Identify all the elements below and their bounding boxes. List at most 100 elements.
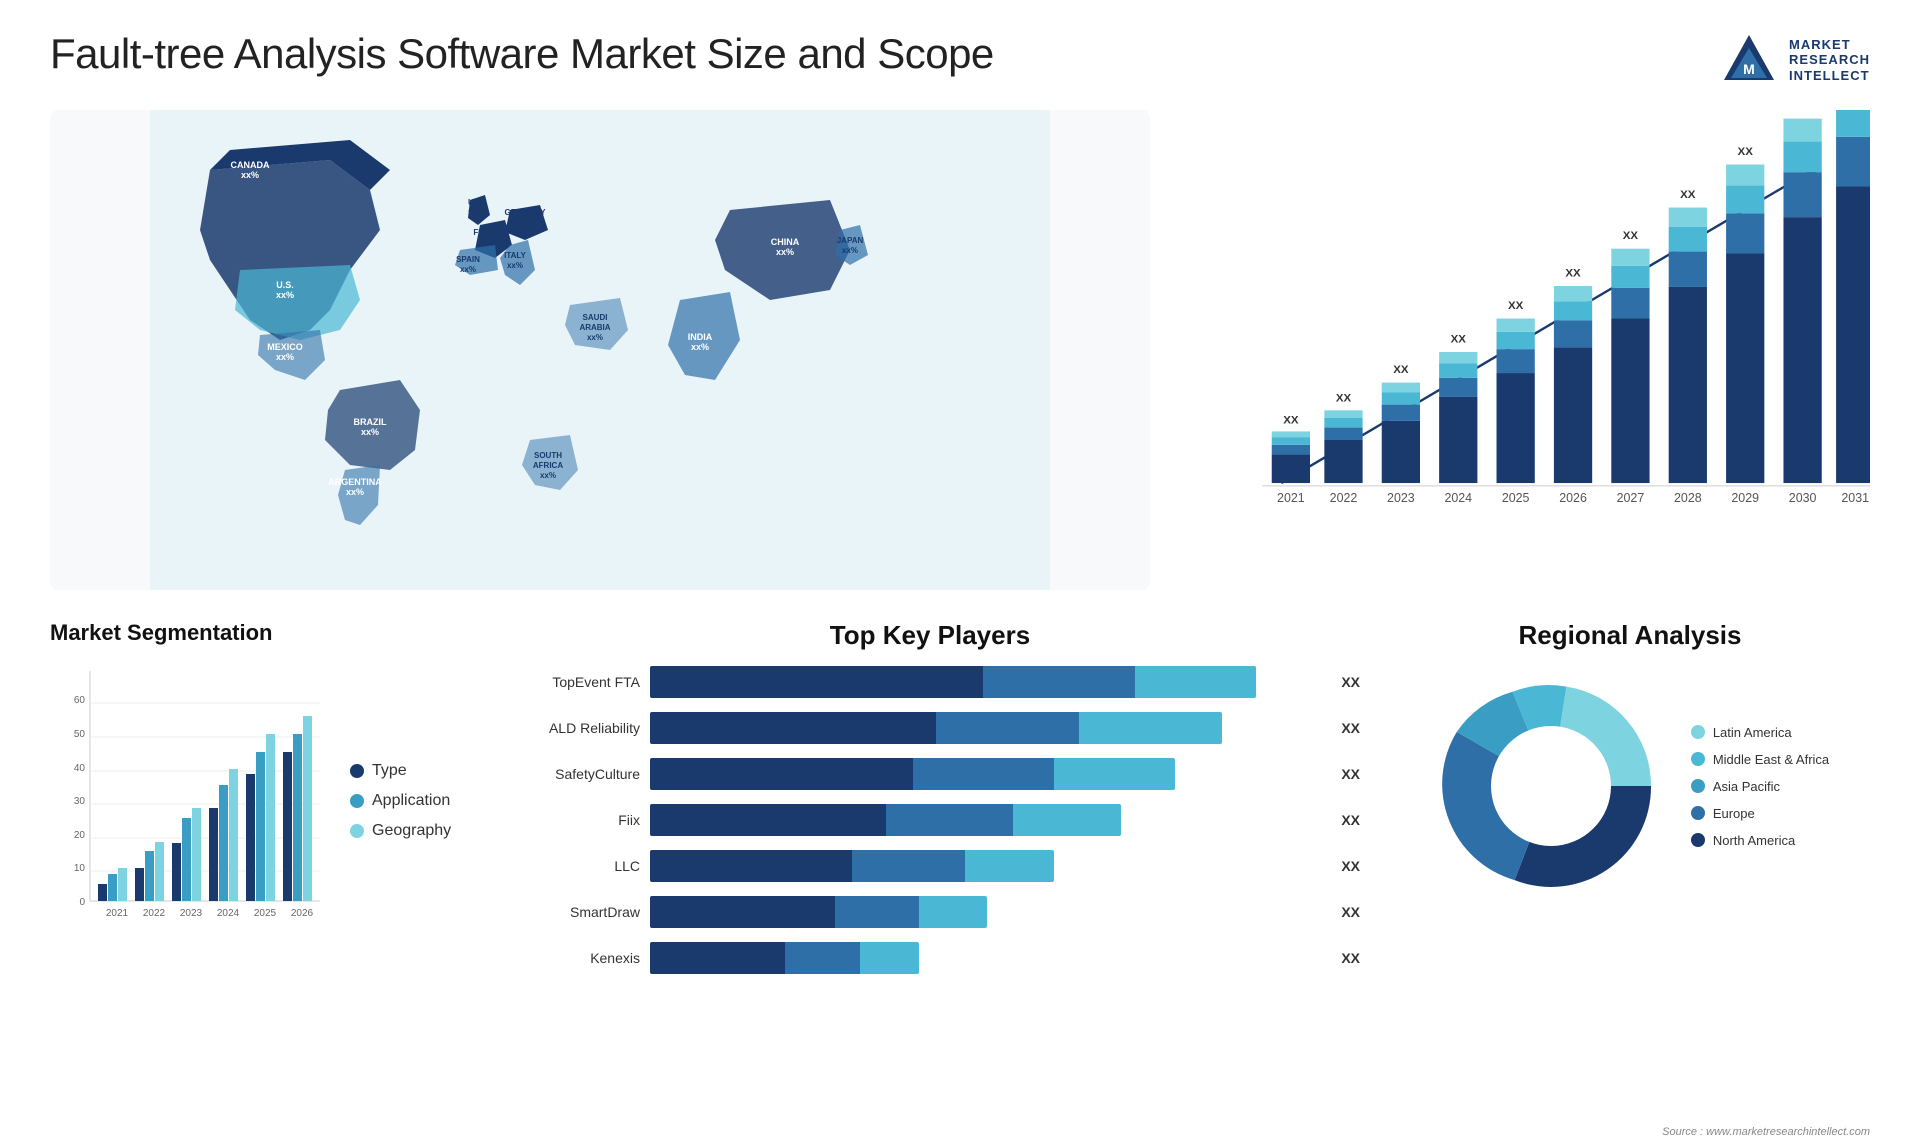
svg-text:ARGENTINA: ARGENTINA <box>328 477 382 487</box>
donut-chart <box>1431 666 1671 906</box>
svg-text:M: M <box>1743 61 1755 77</box>
svg-text:AFRICA: AFRICA <box>533 461 563 470</box>
player-name-2: ALD Reliability <box>500 720 640 736</box>
player-value-4: XX <box>1341 812 1360 828</box>
player-row-6: SmartDraw XX <box>500 896 1360 928</box>
legend-asia-pacific: Asia Pacific <box>1691 779 1829 794</box>
players-title: Top Key Players <box>500 620 1360 651</box>
svg-text:xx%: xx% <box>482 238 498 247</box>
svg-text:xx%: xx% <box>460 265 476 274</box>
player-row-5: LLC XX <box>500 850 1360 882</box>
svg-text:XX: XX <box>1795 110 1811 113</box>
svg-text:40: 40 <box>74 763 86 774</box>
player-name-5: LLC <box>500 858 640 874</box>
segmentation-svg: 0 10 20 30 40 50 60 <box>50 661 330 941</box>
legend-application: Application <box>350 792 451 810</box>
top-section: CANADA xx% U.S. xx% MEXICO xx% BRAZIL xx… <box>50 110 1870 590</box>
legend-north-america: North America <box>1691 833 1829 848</box>
segmentation-title: Market Segmentation <box>50 620 470 646</box>
player-bar-6 <box>650 896 1323 928</box>
svg-text:BRAZIL: BRAZIL <box>354 417 387 427</box>
svg-text:XX: XX <box>1508 300 1524 312</box>
svg-text:0: 0 <box>79 897 85 908</box>
player-name-4: Fiix <box>500 812 640 828</box>
svg-text:2026: 2026 <box>1559 491 1587 505</box>
player-name-6: SmartDraw <box>500 904 640 920</box>
player-name-7: Kenexis <box>500 950 640 966</box>
legend-dot-latin <box>1691 725 1705 739</box>
world-map-svg: CANADA xx% U.S. xx% MEXICO xx% BRAZIL xx… <box>50 110 1150 590</box>
svg-text:10: 10 <box>74 863 86 874</box>
legend-type: Type <box>350 762 451 780</box>
regional-legend: Latin America Middle East & Africa Asia … <box>1691 725 1829 848</box>
player-bar-1 <box>650 666 1323 698</box>
svg-text:xx%: xx% <box>361 427 379 437</box>
legend-dot-europe <box>1691 806 1705 820</box>
svg-text:60: 60 <box>74 695 86 706</box>
bottom-section: Market Segmentation 0 10 20 30 40 50 60 <box>50 620 1870 1000</box>
svg-text:xx%: xx% <box>587 333 603 342</box>
svg-text:XX: XX <box>1565 267 1581 279</box>
logo-text: MARKET RESEARCH INTELLECT <box>1789 37 1870 84</box>
svg-text:SOUTH: SOUTH <box>534 451 562 460</box>
svg-text:xx%: xx% <box>776 247 794 257</box>
svg-text:MEXICO: MEXICO <box>267 342 303 352</box>
svg-text:JAPAN: JAPAN <box>837 236 864 245</box>
player-value-3: XX <box>1341 766 1360 782</box>
bar-chart-svg: XX XX XX XX <box>1190 110 1870 550</box>
regional-title: Regional Analysis <box>1390 620 1870 651</box>
svg-text:2025: 2025 <box>1502 491 1530 505</box>
svg-text:FRANCE: FRANCE <box>473 228 507 237</box>
regional-section: Regional Analysis <box>1390 620 1870 1000</box>
svg-text:SPAIN: SPAIN <box>456 255 480 264</box>
svg-text:50: 50 <box>74 729 86 740</box>
svg-text:xx%: xx% <box>540 471 556 480</box>
player-row-3: SafetyCulture XX <box>500 758 1360 790</box>
svg-text:CANADA: CANADA <box>231 160 270 170</box>
svg-text:2021: 2021 <box>106 908 129 919</box>
player-row-2: ALD Reliability XX <box>500 712 1360 744</box>
svg-text:2024: 2024 <box>217 908 240 919</box>
player-row-4: Fiix XX <box>500 804 1360 836</box>
header: Fault-tree Analysis Software Market Size… <box>50 30 1870 90</box>
svg-text:XX: XX <box>1680 189 1696 201</box>
page-title: Fault-tree Analysis Software Market Size… <box>50 30 994 78</box>
world-map-container: CANADA xx% U.S. xx% MEXICO xx% BRAZIL xx… <box>50 110 1150 590</box>
svg-text:XX: XX <box>1623 230 1639 242</box>
svg-text:2022: 2022 <box>1330 491 1358 505</box>
svg-text:xx%: xx% <box>346 487 364 497</box>
player-row-1: TopEvent FTA XX <box>500 666 1360 698</box>
player-value-5: XX <box>1341 858 1360 874</box>
legend-dot-application <box>350 794 364 808</box>
legend-europe: Europe <box>1691 806 1829 821</box>
svg-text:2025: 2025 <box>254 908 277 919</box>
player-bar-3 <box>650 758 1323 790</box>
svg-text:30: 30 <box>74 796 86 807</box>
svg-text:2023: 2023 <box>1387 491 1415 505</box>
svg-text:2027: 2027 <box>1617 491 1645 505</box>
source-text: Source : www.marketresearchintellect.com <box>1662 1126 1870 1138</box>
legend-dot-type <box>350 764 364 778</box>
svg-text:2021: 2021 <box>1277 491 1305 505</box>
svg-text:xx%: xx% <box>517 218 533 227</box>
regional-chart-area: Latin America Middle East & Africa Asia … <box>1390 666 1870 906</box>
logo: M MARKET RESEARCH INTELLECT <box>1719 30 1870 90</box>
svg-text:xx%: xx% <box>842 246 858 255</box>
player-name-3: SafetyCulture <box>500 766 640 782</box>
svg-text:SAUDI: SAUDI <box>583 313 608 322</box>
legend-dot-asia <box>1691 779 1705 793</box>
svg-text:2026: 2026 <box>291 908 314 919</box>
segmentation-legend: Type Application Geography <box>350 762 451 840</box>
legend-dot-geography <box>350 824 364 838</box>
svg-text:xx%: xx% <box>468 208 484 217</box>
players-section: Top Key Players TopEvent FTA XX ALD Reli… <box>500 620 1360 1000</box>
svg-text:INDIA: INDIA <box>688 332 713 342</box>
svg-text:XX: XX <box>1738 146 1754 158</box>
svg-text:2029: 2029 <box>1731 491 1759 505</box>
svg-text:U.K.: U.K. <box>468 198 484 207</box>
svg-text:2031: 2031 <box>1841 491 1869 505</box>
player-bar-2 <box>650 712 1323 744</box>
player-row-7: Kenexis XX <box>500 942 1360 974</box>
svg-text:ARABIA: ARABIA <box>579 323 610 332</box>
svg-text:U.S.: U.S. <box>276 280 294 290</box>
